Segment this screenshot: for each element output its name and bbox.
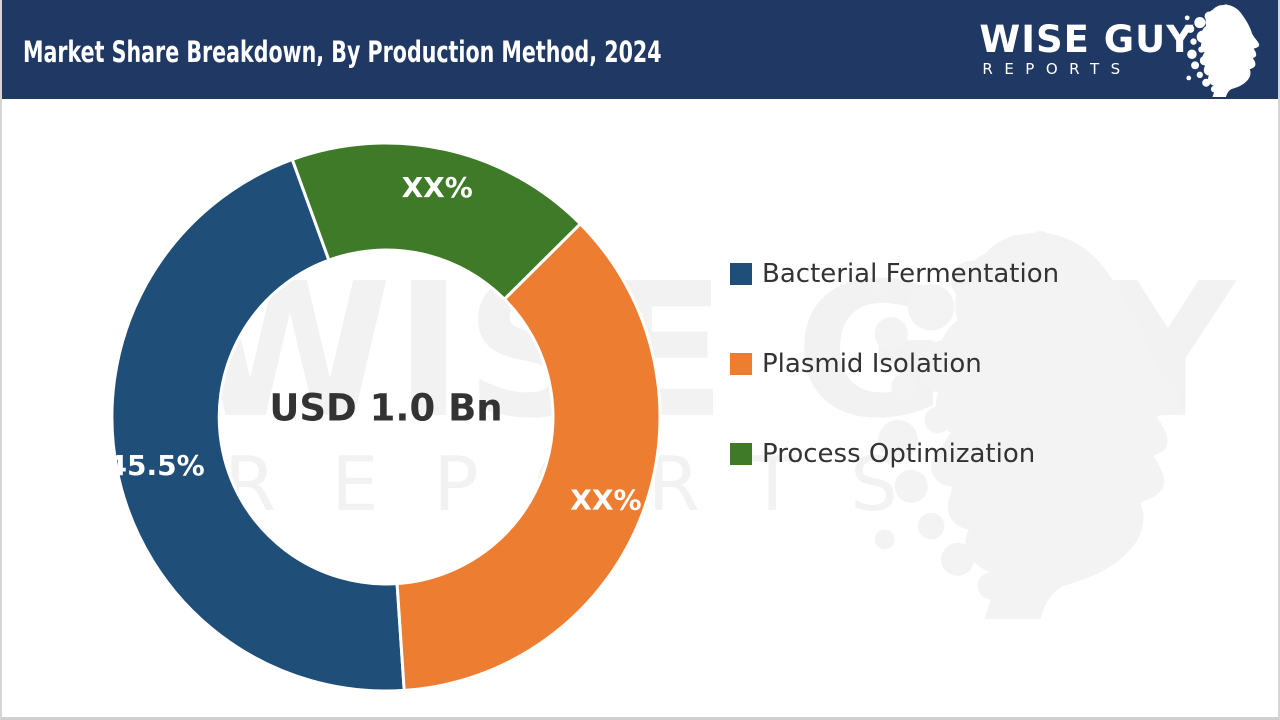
donut-segment-plasmid-isolation [395,222,662,692]
legend-label: Plasmid Isolation [762,349,982,379]
legend-label: Process Optimization [762,439,1036,469]
chart-area: WISE GUY REPORTS 45.5%XX%XX% USD 1.0 Bn … [2,99,1278,715]
legend-swatch [730,443,752,465]
segment-value-label: XX% [402,171,473,204]
header: Market Share Breakdown, By Production Me… [2,0,1278,99]
logo-text: WISE GUY REPORTS [979,21,1194,78]
legend-item-process-optimization: Process Optimization [730,439,1059,469]
legend-swatch [730,263,752,285]
segment-value-label: 45.5% [108,449,205,482]
wiseguy-logo: WISE GUY REPORTS [979,0,1268,99]
legend-label: Bacterial Fermentation [762,259,1060,289]
report-page: Market Share Breakdown, By Production Me… [0,0,1280,720]
legend-item-bacterial-fermentation: Bacterial Fermentation [730,259,1059,289]
chart-center-value: USD 1.0 Bn [269,386,503,430]
donut-chart: 45.5% XX% XX% [108,141,662,693]
logo-subtitle: REPORTS [982,60,1132,78]
logo-wordmark: WISE GUY [979,18,1194,61]
page-title: Market Share Breakdown, By Production Me… [23,34,662,69]
chart-legend: Bacterial Fermentation Plasmid Isolation P… [730,259,1059,469]
segment-value-label: XX% [570,484,641,517]
legend-item-plasmid-isolation: Plasmid Isolation [730,349,1059,379]
legend-swatch [730,353,752,375]
